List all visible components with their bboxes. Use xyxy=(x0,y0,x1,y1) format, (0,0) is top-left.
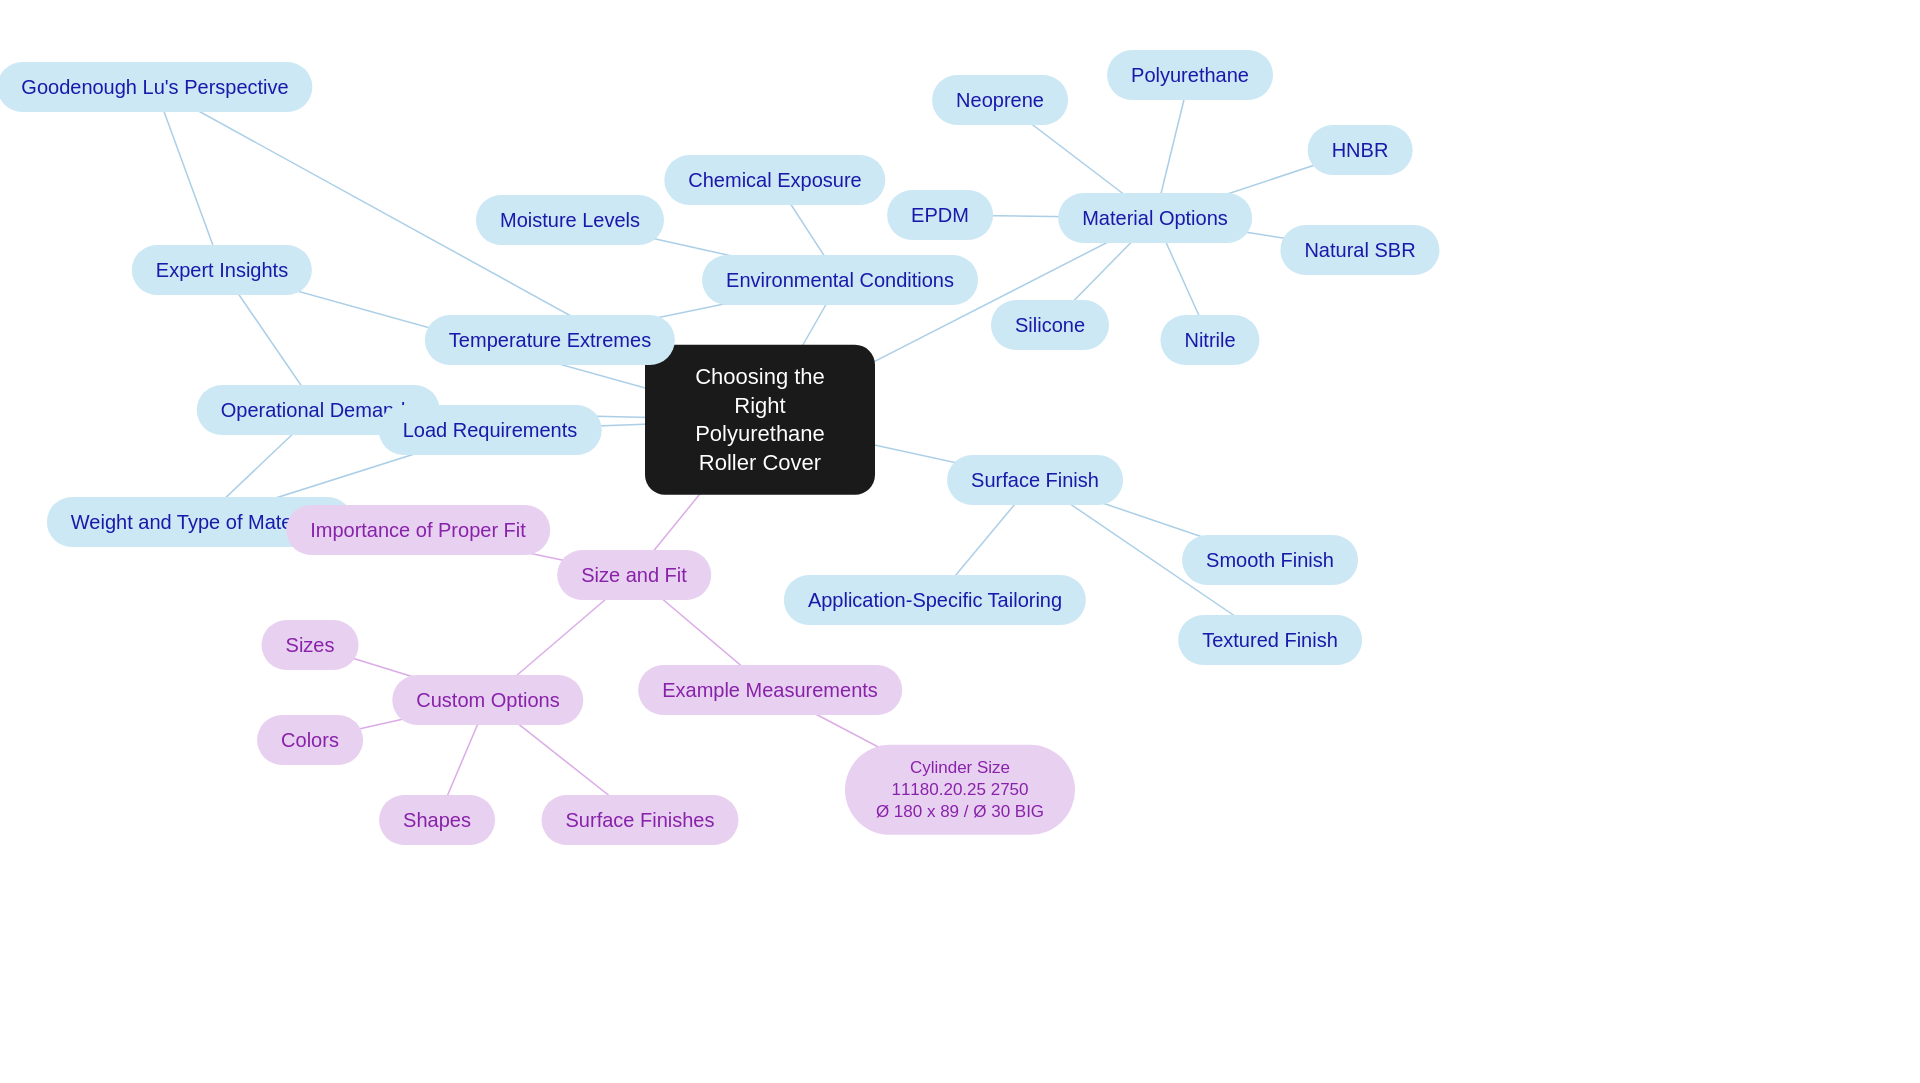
node-expert[interactable]: Expert Insights xyxy=(132,245,312,295)
mindmap-container: Choosing the Right Polyurethane Roller C… xyxy=(0,0,1920,1083)
node-environmental[interactable]: Environmental Conditions xyxy=(702,255,978,305)
node-neoprene[interactable]: Neoprene xyxy=(932,75,1068,125)
node-sizes[interactable]: Sizes xyxy=(262,620,359,670)
node-nitrile[interactable]: Nitrile xyxy=(1160,315,1259,365)
node-custom[interactable]: Custom Options xyxy=(392,675,583,725)
node-colors[interactable]: Colors xyxy=(257,715,363,765)
node-load[interactable]: Load Requirements xyxy=(379,405,602,455)
center-node[interactable]: Choosing the Right Polyurethane Roller C… xyxy=(645,345,875,495)
node-temperature[interactable]: Temperature Extremes xyxy=(425,315,675,365)
node-goodenough[interactable]: Goodenough Lu's Perspective xyxy=(0,62,313,112)
node-textured[interactable]: Textured Finish xyxy=(1178,615,1362,665)
node-shapes[interactable]: Shapes xyxy=(379,795,495,845)
node-polyurethane[interactable]: Polyurethane xyxy=(1107,50,1273,100)
node-appspecific[interactable]: Application-Specific Tailoring xyxy=(784,575,1086,625)
node-moisture[interactable]: Moisture Levels xyxy=(476,195,664,245)
node-naturalsbr[interactable]: Natural SBR xyxy=(1280,225,1439,275)
node-silicone[interactable]: Silicone xyxy=(991,300,1109,350)
svg-line-8 xyxy=(155,87,222,270)
node-chemical[interactable]: Chemical Exposure xyxy=(664,155,885,205)
node-sizefit[interactable]: Size and Fit xyxy=(557,550,711,600)
node-proper[interactable]: Importance of Proper Fit xyxy=(286,505,550,555)
node-surface[interactable]: Surface Finish xyxy=(947,455,1123,505)
node-epdm[interactable]: EPDM xyxy=(887,190,993,240)
node-example[interactable]: Example Measurements xyxy=(638,665,902,715)
node-cylinder[interactable]: Cylinder Size 11180.20.25 2750 Ø 180 x 8… xyxy=(845,745,1075,835)
node-surfacefinishes[interactable]: Surface Finishes xyxy=(542,795,739,845)
node-material[interactable]: Material Options xyxy=(1058,193,1252,243)
node-smooth[interactable]: Smooth Finish xyxy=(1182,535,1358,585)
node-hnbr[interactable]: HNBR xyxy=(1308,125,1413,175)
